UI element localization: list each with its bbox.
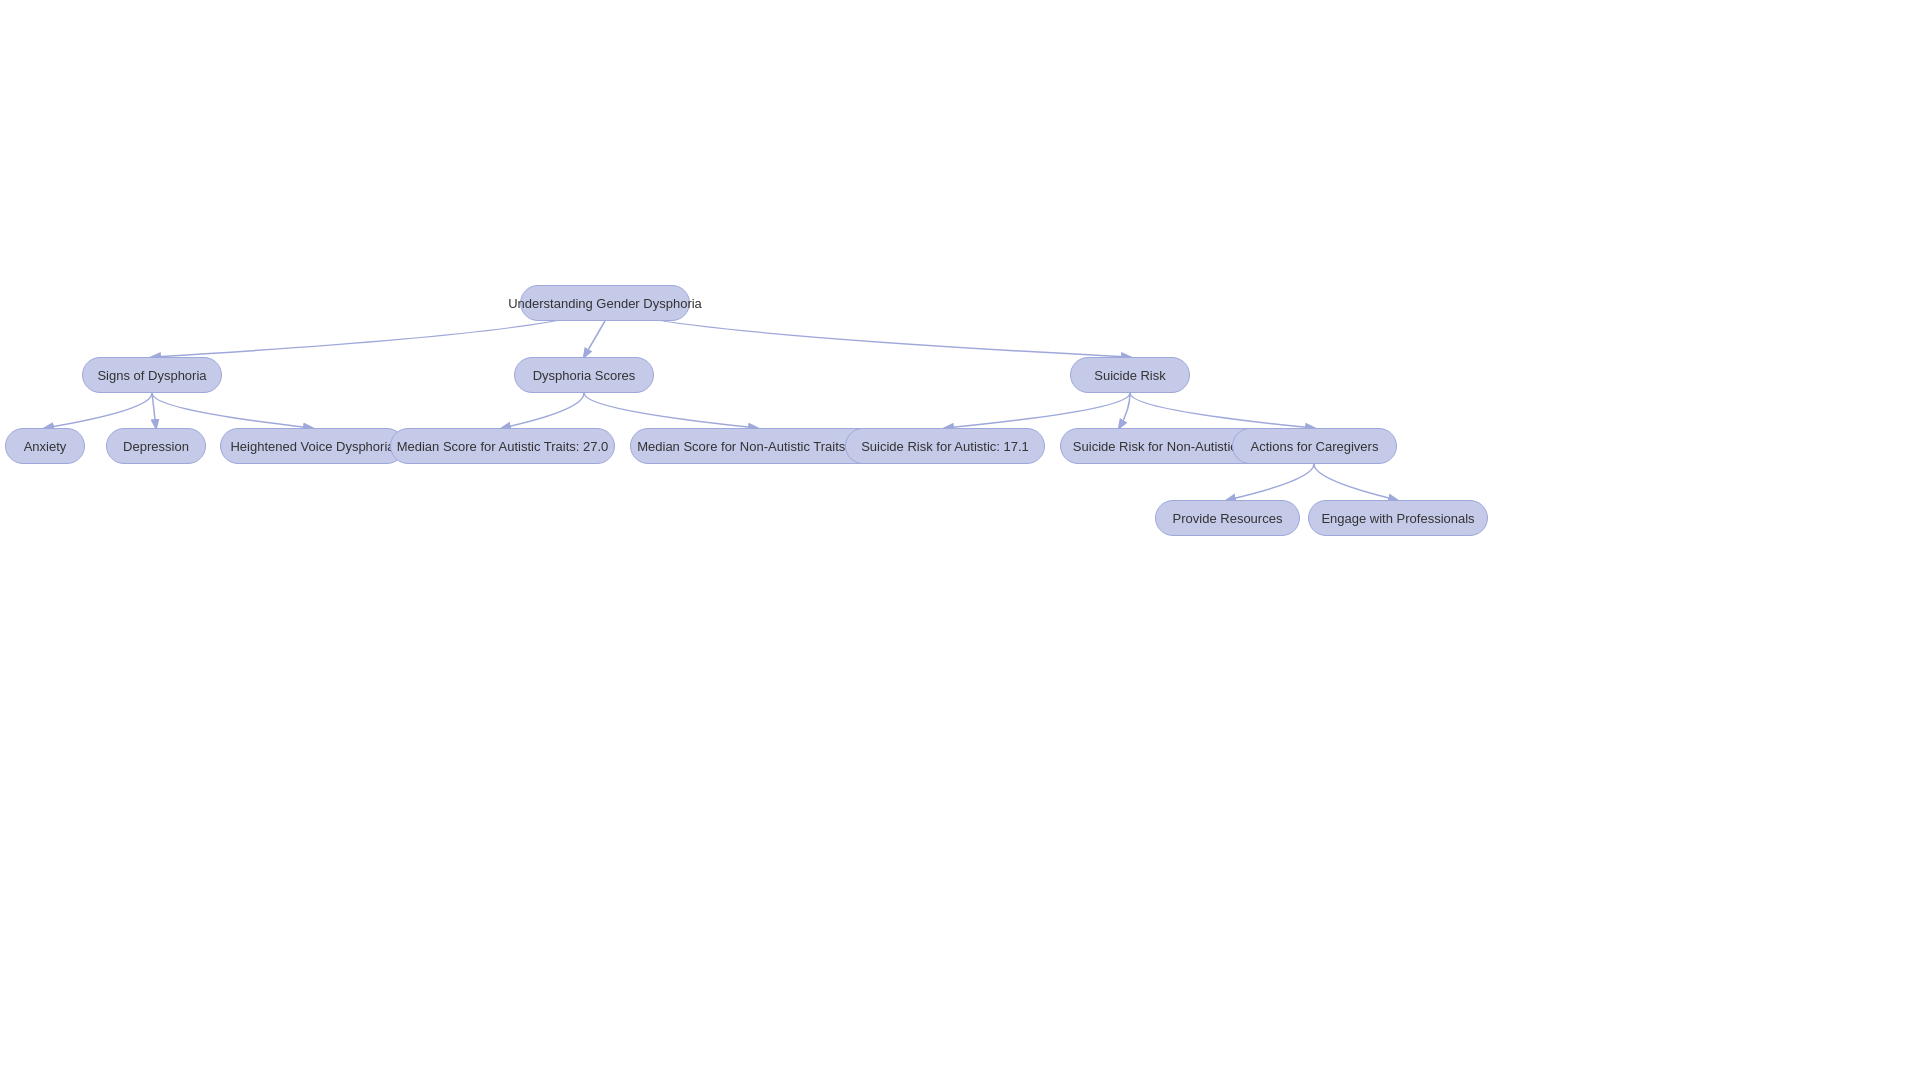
node-actions-caregivers: Actions for Caregivers bbox=[1232, 428, 1397, 464]
node-engage-professionals: Engage with Professionals bbox=[1308, 500, 1488, 536]
node-provide-resources: Provide Resources bbox=[1155, 500, 1300, 536]
node-root: Understanding Gender Dysphoria bbox=[520, 285, 690, 321]
node-dysphoria-scores: Dysphoria Scores bbox=[514, 357, 654, 393]
node-median-autistic: Median Score for Autistic Traits: 27.0 bbox=[390, 428, 615, 464]
node-depression: Depression bbox=[106, 428, 206, 464]
connections-svg bbox=[0, 0, 1920, 1083]
node-suicide-risk: Suicide Risk bbox=[1070, 357, 1190, 393]
node-suicide-autistic: Suicide Risk for Autistic: 17.1 bbox=[845, 428, 1045, 464]
diagram-container: Understanding Gender Dysphoria Signs of … bbox=[0, 0, 1920, 1083]
node-signs: Signs of Dysphoria bbox=[82, 357, 222, 393]
node-anxiety: Anxiety bbox=[5, 428, 85, 464]
node-heightened: Heightened Voice Dysphoria bbox=[220, 428, 405, 464]
